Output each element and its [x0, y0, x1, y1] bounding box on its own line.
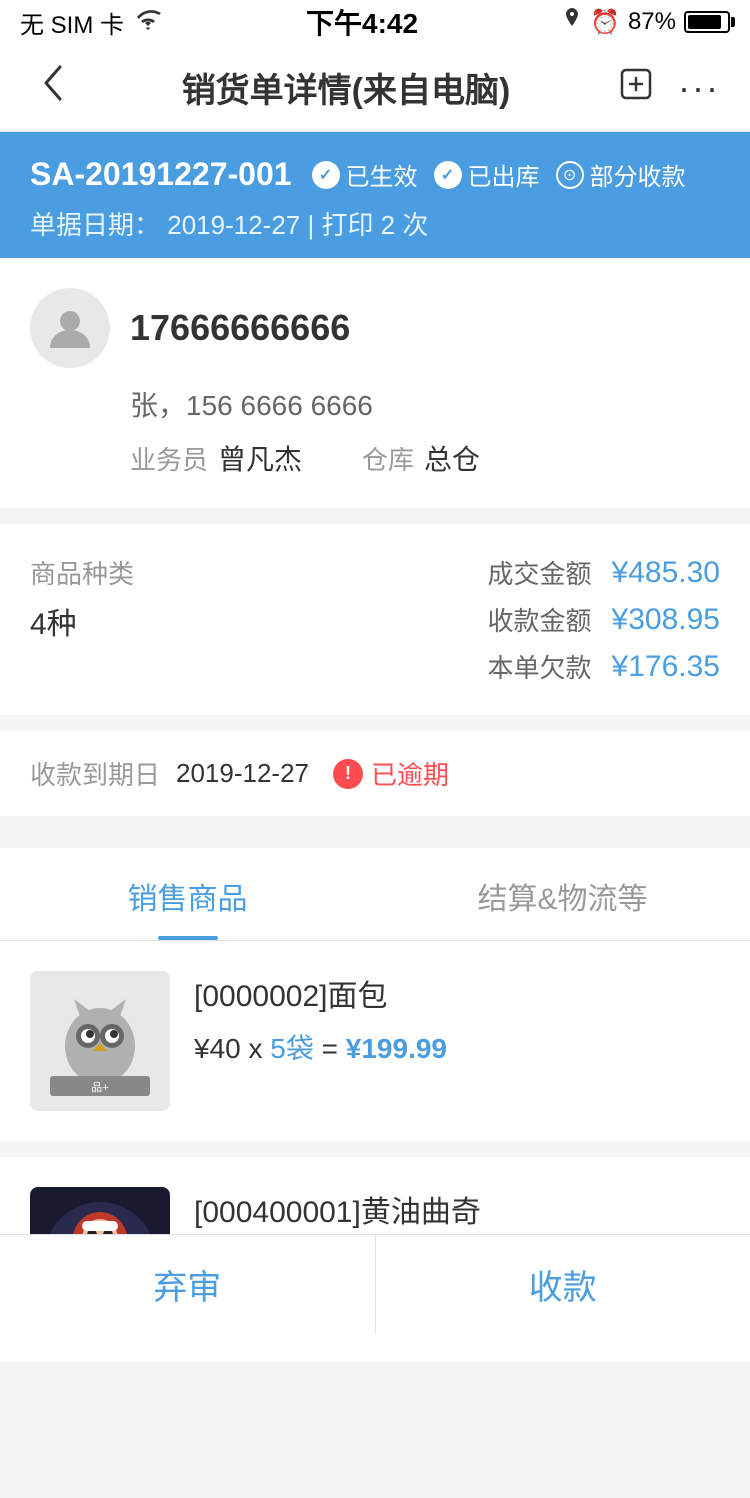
status-time: 下午4:42 — [306, 2, 418, 42]
tab-sales-label: 销售商品 — [128, 883, 248, 916]
product-info-1: [0000002]面包 ¥40 x 5袋 = ¥199.99 — [194, 971, 720, 1067]
amount-label-1: 成交金额 — [488, 554, 592, 591]
order-id: SA-20191227-001 — [30, 156, 292, 193]
section-divider — [0, 832, 750, 848]
wifi-icon — [134, 8, 162, 37]
banner-top: SA-20191227-001 ✓ 已生效 ✓ 已出库 ⊙ 部分收款 — [30, 156, 720, 193]
date-label: 单据日期： — [30, 210, 160, 240]
status-badge-effective: ✓ 已生效 — [312, 157, 418, 192]
due-date-section: 收款到期日 2019-12-27 ! 已逾期 — [0, 731, 750, 816]
sales-label: 业务员 — [130, 440, 208, 477]
customer-phone: 17666666666 — [130, 307, 350, 349]
check-icon-2: ✓ — [434, 161, 462, 189]
product-name-2: [000400001]黄油曲奇 — [194, 1187, 720, 1231]
warehouse-value: 总仓 — [424, 438, 480, 478]
battery-text: 87% — [628, 8, 676, 36]
status-badge-shipped: ✓ 已出库 — [434, 157, 540, 192]
amount-label-3: 本单欠款 — [488, 648, 592, 685]
bottom-bar: 弃审 收款 — [0, 1234, 750, 1334]
payment-label: 收款 — [529, 1260, 597, 1309]
nav-bar: 销货单详情(来自电脑) ··· — [0, 44, 750, 132]
more-button[interactable]: ··· — [678, 67, 720, 109]
category-label: 商品种类 — [30, 554, 134, 591]
status-right: ⏰ 87% — [562, 8, 730, 37]
sales-meta: 业务员 曾凡杰 — [130, 438, 302, 478]
share-button[interactable] — [618, 66, 654, 109]
status-badge-partial: ⊙ 部分收款 — [556, 157, 686, 192]
cancel-audit-label: 弃审 — [153, 1260, 221, 1309]
print-info: | 打印 2 次 — [307, 210, 428, 240]
customer-top: 17666666666 — [30, 288, 720, 368]
due-date-value: 2019-12-27 — [176, 758, 309, 789]
summary-section: 商品种类 4种 成交金额 ¥485.30 收款金额 ¥308.95 本单欠款 ¥… — [0, 524, 750, 715]
banner-date: 单据日期： 2019-12-27 | 打印 2 次 — [30, 205, 720, 242]
amount-row-total: 成交金额 ¥485.30 — [488, 554, 720, 591]
warehouse-meta: 仓库 总仓 — [362, 438, 480, 478]
battery-icon — [684, 11, 730, 33]
amount-row-debt: 本单欠款 ¥176.35 — [488, 648, 720, 685]
product-item-1: 品+ [0000002]面包 ¥40 x 5袋 = ¥199.99 — [0, 941, 750, 1141]
price-x-1: x — [249, 1033, 271, 1064]
svg-text:品+: 品+ — [91, 1081, 108, 1094]
alarm-icon: ⏰ — [590, 8, 620, 37]
amount-row-received: 收款金额 ¥308.95 — [488, 601, 720, 638]
tab-settlement-label: 结算&物流等 — [477, 883, 647, 916]
location-icon — [562, 8, 582, 37]
status-text-3: 部分收款 — [590, 157, 686, 192]
status-bar: 无 SIM 卡 下午4:42 ⏰ 87% — [0, 0, 750, 44]
product-name-1: [0000002]面包 — [194, 971, 720, 1015]
clock-icon: ⊙ — [556, 161, 584, 189]
overdue-icon: ! — [333, 759, 363, 789]
customer-meta: 业务员 曾凡杰 仓库 总仓 — [30, 438, 720, 478]
status-text-2: 已出库 — [468, 157, 540, 192]
avatar — [30, 288, 110, 368]
payment-button[interactable]: 收款 — [376, 1235, 750, 1334]
nav-actions: ··· — [618, 66, 720, 109]
amount-value-3: ¥176.35 — [612, 650, 720, 684]
customer-section: 17666666666 张，156 6666 6666 业务员 曾凡杰 仓库 总… — [0, 258, 750, 508]
tabs: 销售商品 结算&物流等 — [0, 848, 750, 941]
battery-fill — [688, 15, 721, 29]
summary-left: 商品种类 4种 — [30, 554, 134, 643]
price-qty-1: 5袋 — [270, 1033, 314, 1064]
sales-value: 曾凡杰 — [218, 438, 302, 478]
amount-value-1: ¥485.30 — [612, 556, 720, 590]
product-price-1: ¥40 x 5袋 = ¥199.99 — [194, 1027, 720, 1067]
check-icon-1: ✓ — [312, 161, 340, 189]
due-label: 收款到期日 — [30, 755, 160, 792]
price-eq-1: = — [322, 1033, 346, 1064]
status-badges: ✓ 已生效 ✓ 已出库 ⊙ 部分收款 — [312, 157, 686, 192]
overdue-text: 已逾期 — [371, 755, 449, 792]
tab-settlement[interactable]: 结算&物流等 — [375, 848, 750, 940]
back-button[interactable] — [30, 53, 74, 122]
order-header-banner: SA-20191227-001 ✓ 已生效 ✓ 已出库 ⊙ 部分收款 单据日期：… — [0, 132, 750, 258]
cancel-audit-button[interactable]: 弃审 — [0, 1235, 376, 1334]
date-value: 2019-12-27 — [167, 210, 300, 240]
amount-value-2: ¥308.95 — [612, 603, 720, 637]
customer-name: 张，156 6666 6666 — [30, 384, 720, 424]
amount-label-2: 收款金额 — [488, 601, 592, 638]
price-base-1: ¥40 — [194, 1033, 241, 1064]
summary-right: 成交金额 ¥485.30 收款金额 ¥308.95 本单欠款 ¥176.35 — [488, 554, 720, 685]
bottom-padding — [0, 1378, 750, 1498]
tab-sales[interactable]: 销售商品 — [0, 848, 375, 940]
warehouse-label: 仓库 — [362, 440, 414, 477]
carrier-text: 无 SIM 卡 — [20, 5, 124, 40]
category-value: 4种 — [30, 599, 134, 643]
product-image-1: 品+ — [30, 971, 170, 1111]
status-left: 无 SIM 卡 — [20, 5, 162, 40]
overdue-badge: ! 已逾期 — [333, 755, 449, 792]
status-text-1: 已生效 — [346, 157, 418, 192]
page-title: 销货单详情(来自电脑) — [182, 63, 511, 112]
price-total-1: ¥199.99 — [346, 1033, 447, 1064]
